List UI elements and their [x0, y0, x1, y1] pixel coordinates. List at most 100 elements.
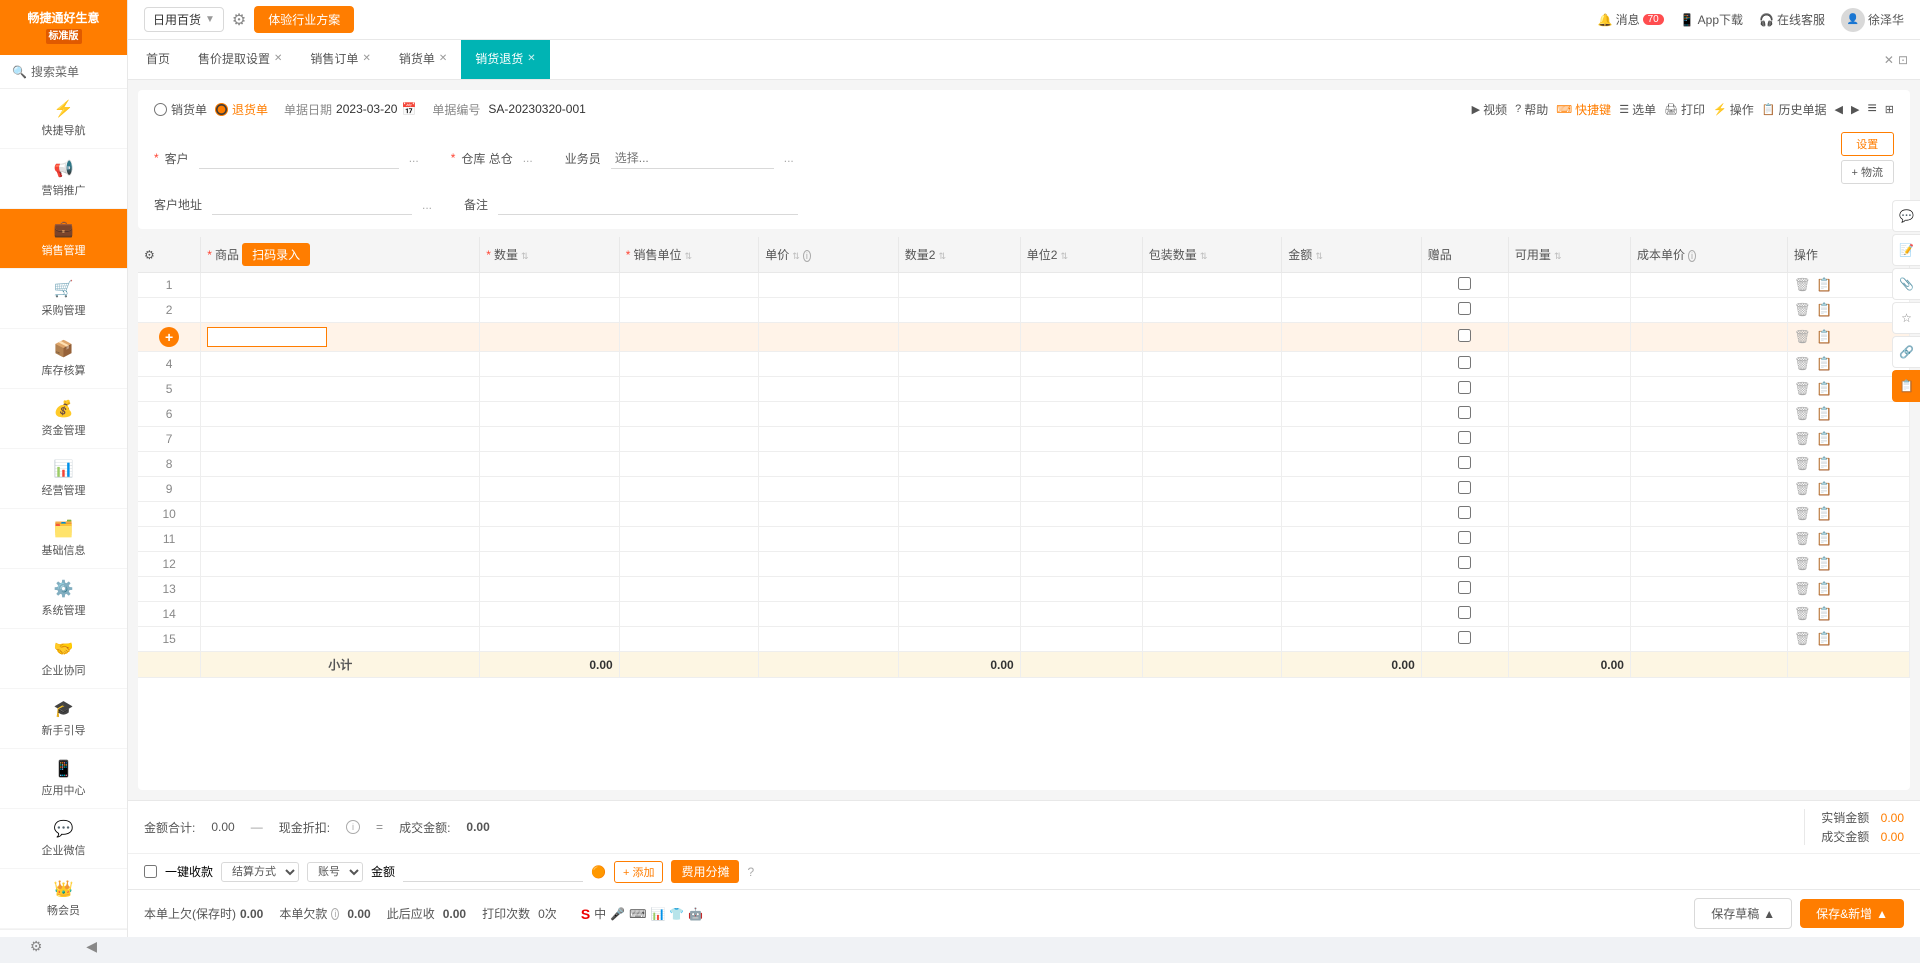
delete-icon[interactable]: 🗑: [1794, 431, 1811, 447]
sidebar-item-purchase[interactable]: 🛒 采购管理: [0, 269, 127, 329]
gift-checkbox[interactable]: [1458, 302, 1471, 315]
account-method-select[interactable]: 结算方式: [221, 862, 299, 882]
avail-cell[interactable]: [1508, 427, 1630, 452]
unit-cell[interactable]: [619, 477, 758, 502]
unit-cell[interactable]: [619, 552, 758, 577]
qty2-cell[interactable]: [898, 323, 1020, 352]
customer-input[interactable]: [199, 148, 399, 169]
warehouse-dots[interactable]: ...: [523, 151, 533, 165]
avail-cell[interactable]: [1508, 477, 1630, 502]
pkg-cell[interactable]: [1142, 352, 1281, 377]
gift-checkbox[interactable]: [1458, 277, 1471, 290]
unit-cell[interactable]: [619, 298, 758, 323]
delete-icon[interactable]: 🗑: [1794, 481, 1811, 497]
gift-checkbox[interactable]: [1458, 531, 1471, 544]
amount-cell[interactable]: [1282, 477, 1421, 502]
video-btn[interactable]: ▶ 视频: [1472, 101, 1507, 118]
avail-cell[interactable]: [1508, 527, 1630, 552]
avail-cell[interactable]: [1508, 402, 1630, 427]
unit2-cell[interactable]: [1020, 323, 1142, 352]
qty-cell[interactable]: [480, 273, 619, 298]
user-item[interactable]: 👤 徐泽华: [1841, 8, 1904, 32]
panel-star-btn[interactable]: ☆: [1892, 302, 1920, 334]
pkg-cell[interactable]: [1142, 552, 1281, 577]
settings-col-icon[interactable]: ⚙: [144, 248, 155, 262]
panel-note-btn[interactable]: 📝: [1892, 234, 1920, 266]
product-cell[interactable]: [201, 452, 480, 477]
price-cell[interactable]: [759, 477, 898, 502]
pkg-cell[interactable]: [1142, 627, 1281, 652]
gift-checkbox[interactable]: [1458, 556, 1471, 569]
price-cell[interactable]: [759, 298, 898, 323]
logistics-btn[interactable]: + 物流: [1841, 160, 1894, 184]
copy-icon[interactable]: 📋: [1816, 277, 1832, 293]
radio-delivery[interactable]: 销货单: [154, 101, 207, 118]
avail-cell[interactable]: [1508, 323, 1630, 352]
sidebar-item-guide[interactable]: 🎓 新手引导: [0, 689, 127, 749]
note-input[interactable]: [498, 194, 798, 215]
gift-cell[interactable]: [1421, 377, 1508, 402]
panel-attach-btn[interactable]: 📎: [1892, 268, 1920, 300]
unit-cell[interactable]: [619, 502, 758, 527]
gift-cell[interactable]: [1421, 427, 1508, 452]
panel-list-btn[interactable]: 📋: [1892, 370, 1920, 402]
customer-dots[interactable]: ...: [409, 151, 419, 165]
unit-cell[interactable]: [619, 427, 758, 452]
save-draft-btn[interactable]: 保存草稿 ▲: [1694, 898, 1792, 929]
date-value[interactable]: 2023-03-20: [336, 102, 397, 116]
product-cell[interactable]: [201, 298, 480, 323]
tab-close-icon[interactable]: ✕: [439, 53, 447, 64]
copy-icon[interactable]: 📋: [1816, 356, 1832, 372]
delete-icon[interactable]: 🗑: [1794, 631, 1811, 647]
product-cell[interactable]: [201, 527, 480, 552]
unit2-cell[interactable]: [1020, 273, 1142, 298]
qty2-cell[interactable]: [898, 427, 1020, 452]
gift-cell[interactable]: [1421, 298, 1508, 323]
operate-btn[interactable]: ⚡ 操作: [1713, 101, 1754, 118]
sort-icon[interactable]: ⇅: [792, 251, 800, 261]
pkg-cell[interactable]: [1142, 427, 1281, 452]
amount-cell[interactable]: [1282, 502, 1421, 527]
sort-icon[interactable]: ⇅: [521, 251, 529, 261]
price-cell[interactable]: [759, 527, 898, 552]
avail-cell[interactable]: [1508, 452, 1630, 477]
amount-cell[interactable]: [1282, 527, 1421, 552]
qty2-cell[interactable]: [898, 552, 1020, 577]
panel-link-btn[interactable]: 🔗: [1892, 336, 1920, 368]
qty2-cell[interactable]: [898, 452, 1020, 477]
gift-checkbox[interactable]: [1458, 381, 1471, 394]
unit2-cell[interactable]: [1020, 477, 1142, 502]
unit2-cell[interactable]: [1020, 377, 1142, 402]
copy-icon[interactable]: 📋: [1816, 531, 1832, 547]
tool-icon1[interactable]: 中: [594, 905, 606, 922]
tab-sale-delivery[interactable]: 销货单 ✕: [385, 40, 461, 79]
copy-icon[interactable]: 📋: [1816, 406, 1832, 422]
price-cell[interactable]: [759, 577, 898, 602]
copy-icon[interactable]: 📋: [1816, 481, 1832, 497]
tool-icon4[interactable]: 📊: [650, 907, 665, 921]
qty-cell[interactable]: [480, 552, 619, 577]
gift-checkbox[interactable]: [1458, 356, 1471, 369]
sidebar-item-operation[interactable]: 📊 经营管理: [0, 449, 127, 509]
tool-icon2[interactable]: 🎤: [610, 907, 625, 921]
unit-cell[interactable]: [619, 527, 758, 552]
copy-icon[interactable]: 📋: [1816, 431, 1832, 447]
product-cell[interactable]: [201, 502, 480, 527]
cost-cell[interactable]: [1630, 352, 1787, 377]
copy-icon[interactable]: 📋: [1816, 381, 1832, 397]
sidebar-item-wechat[interactable]: 💬 企业微信: [0, 809, 127, 869]
gift-cell[interactable]: [1421, 452, 1508, 477]
gift-checkbox[interactable]: [1458, 431, 1471, 444]
settings-btn[interactable]: 设置: [1841, 132, 1894, 156]
gift-checkbox[interactable]: [1458, 606, 1471, 619]
prev-icon[interactable]: ◀: [1835, 103, 1843, 116]
qty2-cell[interactable]: [898, 477, 1020, 502]
delete-icon[interactable]: 🗑: [1794, 356, 1811, 372]
cost-cell[interactable]: [1630, 602, 1787, 627]
qty2-cell[interactable]: [898, 377, 1020, 402]
sidebar-item-sales[interactable]: 💼 销售管理: [0, 209, 127, 269]
cost-cell[interactable]: [1630, 552, 1787, 577]
pkg-cell[interactable]: [1142, 298, 1281, 323]
gift-cell[interactable]: [1421, 502, 1508, 527]
gift-checkbox[interactable]: [1458, 506, 1471, 519]
